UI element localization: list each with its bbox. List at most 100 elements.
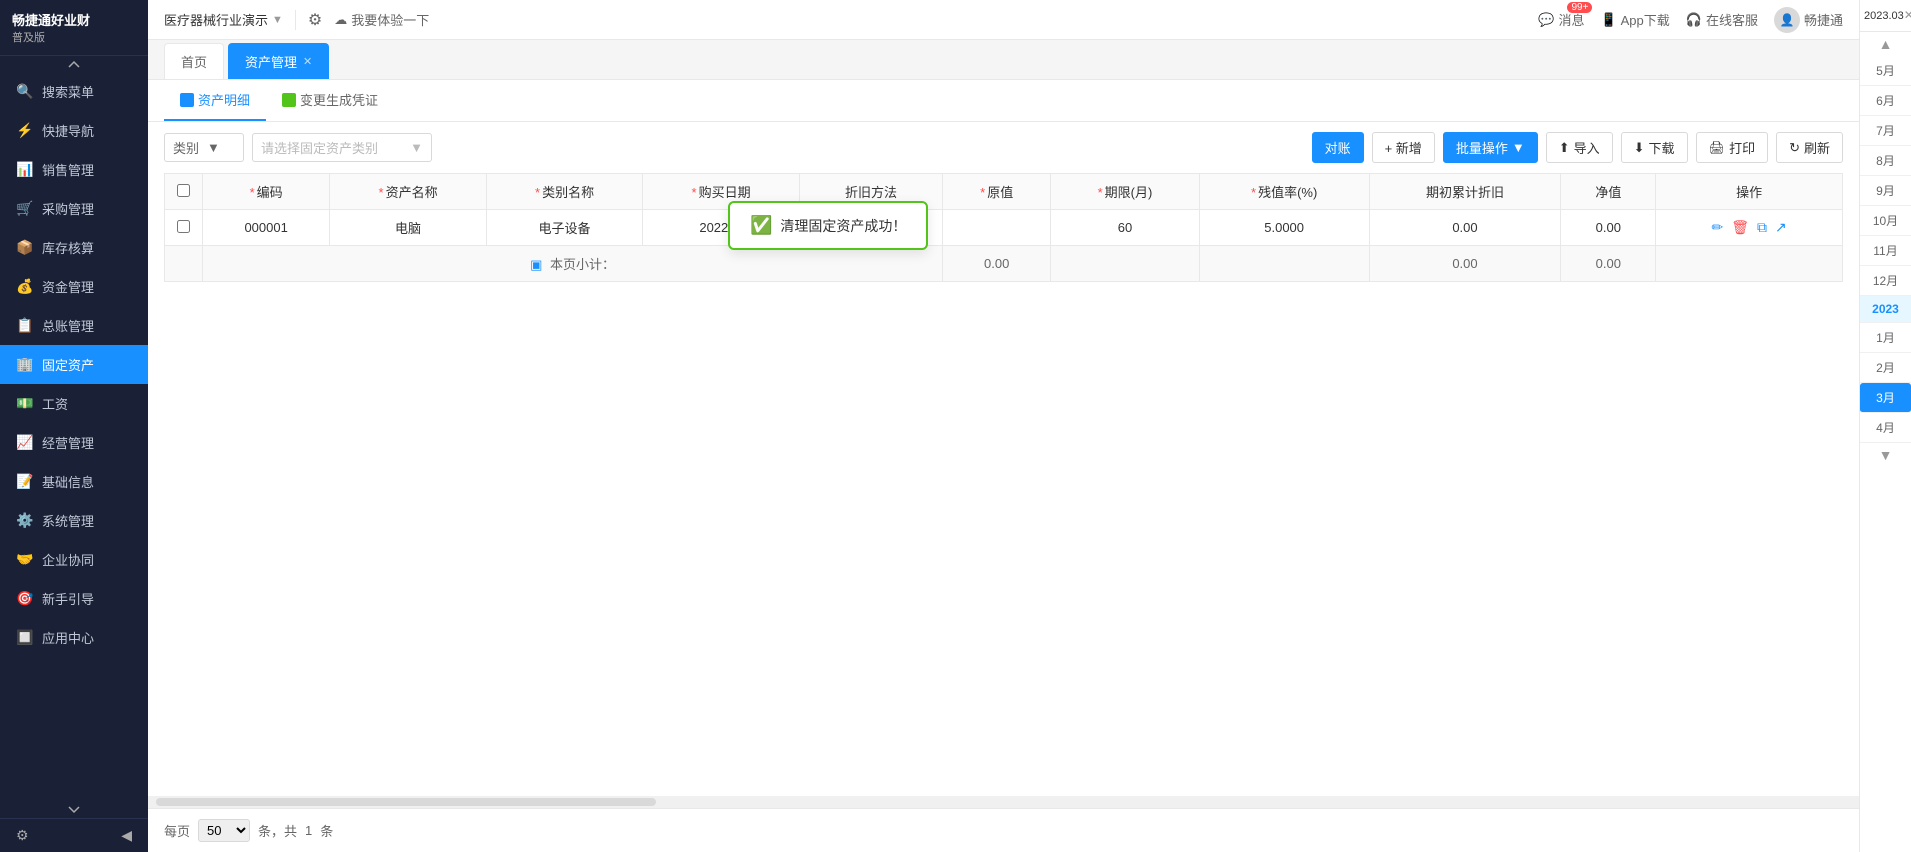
sidebar-icon-payroll: 💵 <box>16 395 34 413</box>
download-button[interactable]: ⬇ 下载 <box>1621 132 1688 163</box>
company-selector[interactable]: 医疗器械行业演示 ▼ <box>164 10 283 29</box>
import-button[interactable]: ⬆ 导入 <box>1546 132 1613 163</box>
delete-icon[interactable]: 🗑 <box>1731 219 1749 236</box>
doc-icon: ▣ <box>530 257 542 272</box>
sidebar-item-fixed-assets[interactable]: 🏢 固定资产 <box>0 345 148 384</box>
app-subtitle: 普及版 <box>12 29 136 45</box>
edit-icon[interactable]: ✏ <box>1712 219 1724 236</box>
th-period: *期限(月) <box>1051 174 1199 210</box>
sidebar-label-operations: 经营管理 <box>42 433 94 452</box>
username-label: 畅捷通 <box>1804 10 1843 29</box>
select-all-checkbox[interactable] <box>177 184 190 197</box>
tab-change-voucher-label: 变更生成凭证 <box>300 90 378 109</box>
panel-expand-icon[interactable]: ✕ <box>1904 8 1911 23</box>
print-button[interactable]: 🖨 打印 <box>1696 132 1769 163</box>
subtotal-actions-cell <box>1656 246 1843 282</box>
app-download-btn[interactable]: 📱 App下载 <box>1600 10 1669 29</box>
content-area: 资产明细 变更生成凭证 类别 ▼ 请选择固定资产类别 ▼ 对 <box>148 80 1859 852</box>
subtotal-original-value: 0.00 <box>943 246 1051 282</box>
calendar-month[interactable]: 9月 <box>1860 176 1911 206</box>
tab-home[interactable]: 首页 <box>164 43 224 79</box>
per-page-select[interactable]: 50 100 200 <box>198 819 250 842</box>
calendar-month[interactable]: 8月 <box>1860 146 1911 176</box>
collapse-icon[interactable]: ◀ <box>121 827 132 844</box>
calendar-month[interactable]: 7月 <box>1860 116 1911 146</box>
calendar-month[interactable]: 11月 <box>1860 236 1911 266</box>
sidebar-label-quick-nav: 快捷导航 <box>42 121 94 140</box>
sidebar-icon-search: 🔍 <box>16 83 34 101</box>
calendar-scroll-down-btn[interactable]: ▼ <box>1860 443 1911 467</box>
calendar-month[interactable]: 4月 <box>1860 413 1911 443</box>
settings-icon[interactable]: ⚙ <box>16 827 29 844</box>
sidebar-label-corp-collab: 企业协同 <box>42 550 94 569</box>
sidebar-scroll-up[interactable] <box>0 56 148 72</box>
sidebar-menu: 🔍 搜索菜单 ⚡ 快捷导航 📊 销售管理 🛒 采购管理 📦 库存核算 💰 资金管… <box>0 72 148 802</box>
experience-btn[interactable]: ☁ 我要体验一下 <box>334 10 429 29</box>
online-service-btn[interactable]: 🎧 在线客服 <box>1686 10 1758 29</box>
sidebar-icon-inventory: 📦 <box>16 239 34 257</box>
sidebar-item-operations[interactable]: 📈 经营管理 <box>0 423 148 462</box>
category-input[interactable]: 请选择固定资产类别 ▼ <box>252 133 432 162</box>
sidebar-item-quick-nav[interactable]: ⚡ 快捷导航 <box>0 111 148 150</box>
sidebar-bottom: ⚙ ◀ <box>0 818 148 852</box>
table-body: 000001 电脑 电子设备 202206 年限平均 60 5.0000 0.0… <box>165 210 1843 282</box>
calendar-month[interactable]: 2月 <box>1860 353 1911 383</box>
tab-change-voucher[interactable]: 变更生成凭证 <box>266 80 394 121</box>
row-checkbox[interactable] <box>177 220 190 233</box>
sidebar-item-payroll[interactable]: 💵 工资 <box>0 384 148 423</box>
calendar-month[interactable]: 1月 <box>1860 323 1911 353</box>
th-checkbox <box>165 174 203 210</box>
tab-close-icon[interactable]: ✕ <box>303 55 312 68</box>
more-icon[interactable]: ↗ <box>1775 219 1787 236</box>
calendar-month[interactable]: 6月 <box>1860 86 1911 116</box>
table-footer: 每页 50 100 200 条，共 1 条 <box>148 808 1859 852</box>
sidebar-item-guide[interactable]: 🎯 新手引导 <box>0 579 148 618</box>
calendar-scroll-up-btn[interactable]: ▲ <box>1860 32 1911 56</box>
hscroll-bar[interactable] <box>148 796 1859 808</box>
user-profile-btn[interactable]: 👤 畅捷通 <box>1774 7 1843 33</box>
total-label: 条，共 <box>258 821 297 840</box>
th-residual-rate: *残值率(%) <box>1199 174 1369 210</box>
reconcile-button[interactable]: 对账 <box>1312 132 1364 163</box>
refresh-label: 刷新 <box>1804 138 1830 157</box>
subtotal-label: 本页小计： <box>550 257 615 272</box>
category-type-select[interactable]: 类别 ▼ <box>164 133 244 162</box>
settings-gear-icon[interactable]: ⚙ <box>308 10 322 30</box>
sidebar-icon-base-info: 📝 <box>16 473 34 491</box>
tab-asset-mgmt[interactable]: 资产管理 ✕ <box>228 43 329 79</box>
calendar-month[interactable]: 10月 <box>1860 206 1911 236</box>
copy-icon[interactable]: ⧉ <box>1757 219 1767 236</box>
th-net-value: 净值 <box>1561 174 1656 210</box>
toolbar: 类别 ▼ 请选择固定资产类别 ▼ 对账 + 新增 批量操作 ▼ <box>148 122 1859 173</box>
tab-asset-detail[interactable]: 资产明细 <box>164 80 266 121</box>
sidebar-item-funds[interactable]: 💰 资金管理 <box>0 267 148 306</box>
sidebar-item-base-info[interactable]: 📝 基础信息 <box>0 462 148 501</box>
sidebar-label-sales: 销售管理 <box>42 160 94 179</box>
experience-text: 我要体验一下 <box>351 10 429 29</box>
th-actions: 操作 <box>1656 174 1843 210</box>
subtotal-period <box>1051 246 1199 282</box>
refresh-button[interactable]: ↻ 刷新 <box>1776 132 1843 163</box>
sidebar-item-ledger[interactable]: 📋 总账管理 <box>0 306 148 345</box>
new-button[interactable]: + 新增 <box>1372 132 1435 163</box>
sidebar-item-inventory[interactable]: 📦 库存核算 <box>0 228 148 267</box>
sidebar-item-purchase[interactable]: 🛒 采购管理 <box>0 189 148 228</box>
sidebar-item-corp-collab[interactable]: 🤝 企业协同 <box>0 540 148 579</box>
th-original-value: *原值 <box>943 174 1051 210</box>
sidebar-item-app-center[interactable]: 🔲 应用中心 <box>0 618 148 657</box>
calendar-month[interactable]: 12月 <box>1860 266 1911 296</box>
sidebar-item-system[interactable]: ⚙️ 系统管理 <box>0 501 148 540</box>
calendar-year-2023[interactable]: 2023 <box>1860 296 1911 323</box>
tab-home-label: 首页 <box>181 52 207 71</box>
sidebar-item-sales[interactable]: 📊 销售管理 <box>0 150 148 189</box>
messages-btn[interactable]: 💬 消息 99+ <box>1538 10 1584 29</box>
company-dropdown-icon: ▼ <box>272 14 283 26</box>
category-input-arrow: ▼ <box>410 140 423 155</box>
sidebar-item-search[interactable]: 🔍 搜索菜单 <box>0 72 148 111</box>
sidebar-scroll-down[interactable] <box>0 802 148 818</box>
inner-tabs: 资产明细 变更生成凭证 <box>148 80 1859 122</box>
batch-ops-button[interactable]: 批量操作 ▼ <box>1443 132 1538 163</box>
hscroll-thumb[interactable] <box>156 798 656 806</box>
calendar-month[interactable]: 3月 <box>1860 383 1911 413</box>
calendar-month[interactable]: 5月 <box>1860 56 1911 86</box>
